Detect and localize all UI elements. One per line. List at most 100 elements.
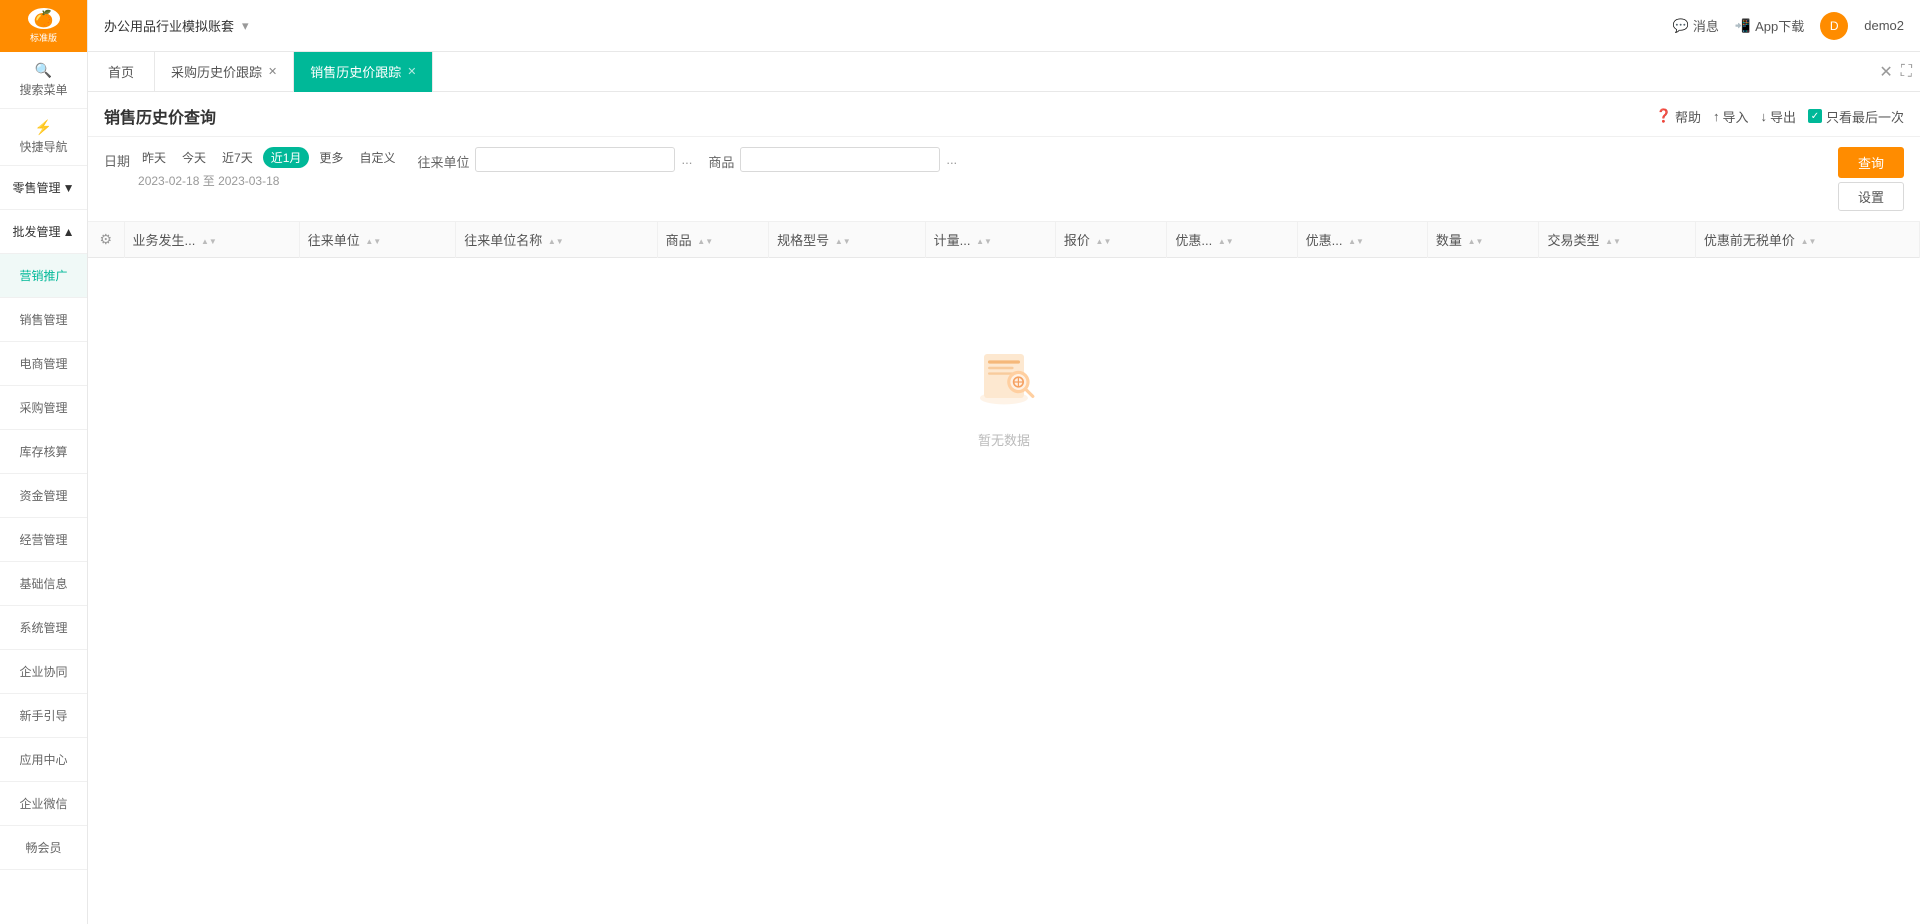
sort-icon-discount1[interactable]: ▲▼: [1218, 238, 1234, 246]
sidebar-item-retail[interactable]: 零售管理 ▼: [0, 166, 87, 210]
sort-icon-goods[interactable]: ▲▼: [697, 238, 713, 246]
date-option-today[interactable]: 今天: [176, 147, 212, 168]
date-option-last1m[interactable]: 近1月: [263, 147, 310, 168]
partner-ellipsis-button[interactable]: ...: [681, 152, 692, 167]
sort-icon-trade-type[interactable]: ▲▼: [1605, 238, 1621, 246]
settings-button[interactable]: 设置: [1838, 182, 1904, 211]
sort-icon-partner-name[interactable]: ▲▼: [548, 238, 564, 246]
goods-label: 商品: [708, 148, 734, 171]
gear-icon[interactable]: ⚙: [99, 231, 112, 247]
sort-icon-pretax-price[interactable]: ▲▼: [1801, 238, 1817, 246]
goods-input[interactable]: [740, 147, 940, 172]
results-table: ⚙ 业务发生... ▲▼ 往来单位 ▲▼ 往来单位名称: [88, 222, 1920, 258]
sidebar-item-search-menu[interactable]: 🔍 搜索菜单: [0, 52, 87, 109]
date-range-display: 2023-02-18 至 2023-03-18: [136, 172, 401, 189]
empty-state: 暂无数据: [88, 258, 1920, 529]
lightning-icon: ⚡: [35, 119, 52, 136]
sidebar-item-purchase[interactable]: 采购管理: [0, 386, 87, 430]
logo-text: 标准版: [30, 31, 57, 44]
sort-icon-unit[interactable]: ▲▼: [976, 238, 992, 246]
app-download-icon: 📲: [1735, 18, 1751, 34]
export-label: 导出: [1770, 107, 1796, 126]
date-option-custom[interactable]: 自定义: [353, 147, 401, 168]
sidebar-item-inventory[interactable]: 库存核算: [0, 430, 87, 474]
sidebar-item-enterprise[interactable]: 企业协同: [0, 650, 87, 694]
message-label: 消息: [1693, 16, 1719, 35]
sidebar-item-wechat[interactable]: 企业微信: [0, 782, 87, 826]
col-discount2-label: 优惠...: [1306, 233, 1343, 248]
sidebar-item-finance[interactable]: 资金管理: [0, 474, 87, 518]
tab-sales-history-close[interactable]: ✕: [407, 65, 416, 78]
sidebar-item-member[interactable]: 畅会员: [0, 826, 87, 870]
tab-purchase-history-label: 采购历史价跟踪: [171, 62, 262, 81]
sort-icon-quoted-price[interactable]: ▲▼: [1096, 238, 1112, 246]
date-option-last7[interactable]: 近7天: [216, 147, 259, 168]
sidebar-item-wholesale[interactable]: 批发管理 ▲: [0, 210, 87, 254]
col-discount1-label: 优惠...: [1175, 233, 1212, 248]
col-spec-label: 规格型号: [777, 233, 829, 248]
sidebar-item-appstore[interactable]: 应用中心: [0, 738, 87, 782]
logo-icon: 🍊: [28, 8, 60, 29]
username: demo2: [1864, 18, 1904, 33]
tab-home-label: 首页: [108, 62, 134, 81]
app-download-button[interactable]: 📲 App下载: [1735, 16, 1804, 35]
chevron-down-icon: ▼: [63, 181, 75, 195]
message-button[interactable]: 💬 消息: [1673, 16, 1719, 35]
header-right: 💬 消息 📲 App下载 D demo2: [1673, 12, 1904, 40]
sidebar-item-label: 零售管理: [13, 179, 61, 196]
partner-input[interactable]: [475, 147, 675, 172]
goods-ellipsis-button[interactable]: ...: [946, 152, 957, 167]
account-title: 办公用品行业模拟账套: [104, 16, 234, 35]
tab-purchase-history-close[interactable]: ✕: [268, 65, 277, 78]
help-label: 帮助: [1675, 107, 1701, 126]
sidebar-item-operations[interactable]: 经营管理: [0, 518, 87, 562]
sidebar-item-marketing[interactable]: 营销推广: [0, 254, 87, 298]
sidebar-item-system[interactable]: 系统管理: [0, 606, 87, 650]
col-trade-type-label: 交易类型: [1547, 233, 1599, 248]
page-title: 销售历史价查询: [104, 104, 216, 128]
sort-icon-quantity[interactable]: ▲▼: [1468, 238, 1484, 246]
only-last-label: 只看最后一次: [1826, 107, 1904, 126]
date-filter-options: 昨天 今天 近7天 近1月 更多 自定义 2023-02-18 至 2023-0…: [136, 147, 401, 189]
sidebar-item-guide[interactable]: 新手引导: [0, 694, 87, 738]
close-window-icon[interactable]: ✕: [1879, 62, 1892, 82]
table-container: ⚙ 业务发生... ▲▼ 往来单位 ▲▼ 往来单位名称: [88, 222, 1920, 924]
tab-sales-history[interactable]: 销售历史价跟踪 ✕: [294, 52, 433, 92]
date-option-yesterday[interactable]: 昨天: [136, 147, 172, 168]
fullscreen-icon[interactable]: ⛶: [1901, 63, 1912, 81]
sidebar-item-basic[interactable]: 基础信息: [0, 562, 87, 606]
col-partner-code-label: 往来单位: [308, 233, 360, 248]
tab-bar: 首页 采购历史价跟踪 ✕ 销售历史价跟踪 ✕ ✕ ⛶: [88, 52, 1920, 92]
table-header-unit: 计量... ▲▼: [925, 222, 1055, 258]
filter-bar: 日期 昨天 今天 近7天 近1月 更多 自定义 2023-02-18 至 202…: [88, 137, 1920, 222]
only-last-checkbox[interactable]: ✓ 只看最后一次: [1808, 107, 1904, 126]
sidebar-item-label: 经营管理: [19, 531, 67, 548]
sidebar-item-label: 畅会员: [25, 839, 61, 856]
sidebar-item-label: 销售管理: [19, 311, 67, 328]
sort-icon-discount2[interactable]: ▲▼: [1348, 238, 1364, 246]
sidebar-item-label: 企业协同: [19, 663, 67, 680]
account-dropdown-icon[interactable]: ▾: [242, 18, 249, 34]
import-button[interactable]: ↑ 导入: [1713, 107, 1749, 126]
sort-icon-partner-code[interactable]: ▲▼: [365, 238, 381, 246]
search-button[interactable]: 查询: [1838, 147, 1904, 178]
help-button[interactable]: ❓ 帮助: [1656, 107, 1701, 126]
tab-purchase-history[interactable]: 采购历史价跟踪 ✕: [155, 52, 294, 92]
export-icon: ↓: [1760, 109, 1767, 124]
empty-illustration: [964, 338, 1044, 418]
sidebar-item-sales[interactable]: 销售管理: [0, 298, 87, 342]
avatar[interactable]: D: [1820, 12, 1848, 40]
app-download-label: App下载: [1755, 16, 1804, 35]
table-header-discount2: 优惠... ▲▼: [1297, 222, 1427, 258]
date-option-more[interactable]: 更多: [313, 147, 349, 168]
sort-icon-spec[interactable]: ▲▼: [835, 238, 851, 246]
table-header-partner-code: 往来单位 ▲▼: [299, 222, 455, 258]
sidebar: 🍊 标准版 🔍 搜索菜单 ⚡ 快捷导航 零售管理 ▼ 批发管理 ▲ 营销推广 销…: [0, 0, 88, 924]
tab-home[interactable]: 首页: [88, 52, 155, 92]
sort-icon-biz-date[interactable]: ▲▼: [201, 238, 217, 246]
inner-panel: 销售历史价查询 ❓ 帮助 ↑ 导入 ↓ 导出 ✓: [88, 92, 1920, 924]
sidebar-item-ecommerce[interactable]: 电商管理: [0, 342, 87, 386]
sidebar-item-quick-nav[interactable]: ⚡ 快捷导航: [0, 109, 87, 166]
sidebar-item-label: 快捷导航: [19, 138, 67, 155]
export-button[interactable]: ↓ 导出: [1760, 107, 1796, 126]
